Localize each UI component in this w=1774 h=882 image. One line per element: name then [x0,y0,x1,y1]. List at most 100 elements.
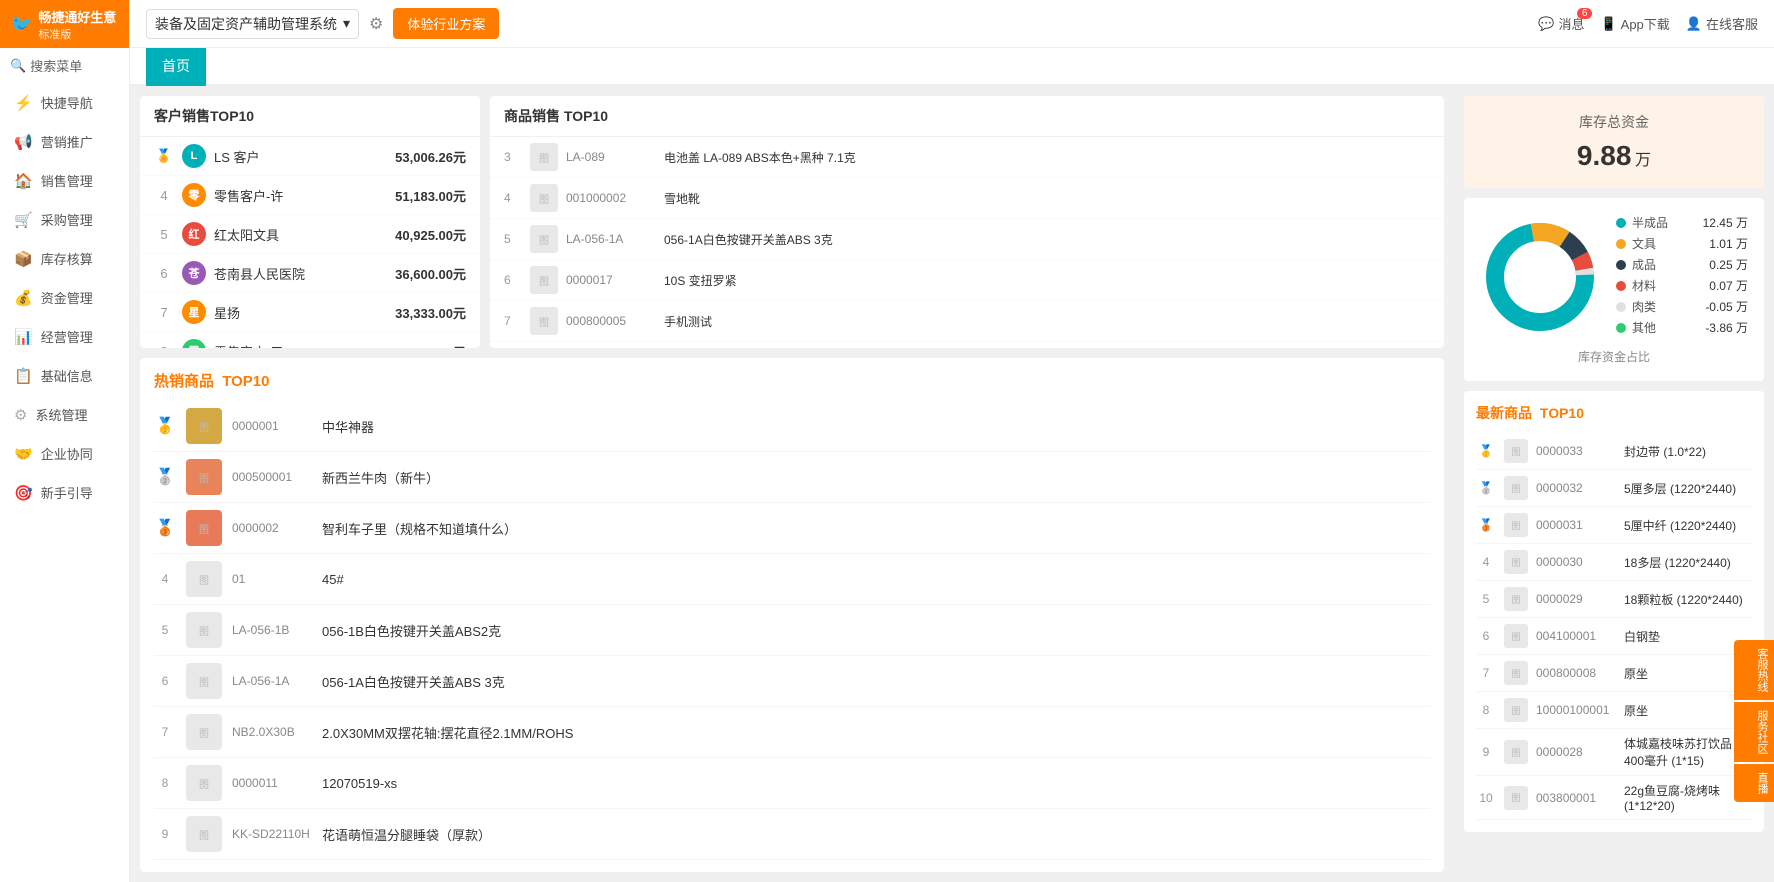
sidebar-item-purchase[interactable]: 🛒 采购管理 [0,200,129,239]
logo-title: 畅捷通好生意 [38,7,116,26]
hot-product-item-4[interactable]: 4 图 01 45# [154,554,1430,605]
new-product-item-1[interactable]: 🥇 图 0000033 封边带 (1.0*22) [1476,433,1752,470]
inventory-unit: 万 [1635,152,1651,169]
hot-product-name-1: 中华神器 [322,417,1430,436]
content-main: 客户销售TOP10 🏅 L LS 客户 53,006.26元 4 零 [130,86,1454,882]
product-rank-8[interactable]: 8 图 0000021 夹克 [490,342,1444,348]
hot-product-item-8[interactable]: 8 图 0000011 12070519-xs [154,758,1430,809]
customer-badge-7: 星 [182,300,206,324]
settings-icon[interactable]: ⚙ [369,14,383,34]
sidebar-item-marketing[interactable]: 📢 营销推广 [0,122,129,161]
customer-rank-8[interactable]: 8 零 零售客户-于 21,680.00元 [140,332,480,348]
main-area: 装备及固定资产辅助管理系统 ▾ ⚙ 体验行业方案 💬 消息 6 📱 App下载 … [130,0,1774,882]
new-product-code-7: 000800008 [1536,666,1616,680]
legend-item-6: 其他 -3.86 万 [1616,319,1748,336]
new-product-img-6: 图 [1504,624,1528,648]
legend-dot-6 [1616,323,1626,333]
new-product-item-4[interactable]: 4 图 0000030 18多层 (1220*2440) [1476,544,1752,581]
new-product-item-5[interactable]: 5 图 0000029 18颗粒板 (1220*2440) [1476,581,1752,618]
product-rank-6[interactable]: 6 图 0000017 10S 变扭罗紧 [490,260,1444,301]
new-product-code-8: 10000100001 [1536,703,1616,717]
service-hotline-btn[interactable]: 客服热线 [1734,640,1774,700]
new-product-name-6: 白钢垫 [1624,628,1752,645]
search-icon: 🔍 [10,58,26,74]
customer-rank-7[interactable]: 7 星 星扬 33,333.00元 [140,293,480,332]
hot-product-item-2[interactable]: 🥈 图 000500001 新西兰牛肉（新牛） [154,452,1430,503]
hot-product-img-5: 图 [186,612,222,648]
new-product-item-2[interactable]: 🥈 图 0000032 5厘多层 (1220*2440) [1476,470,1752,507]
customer-rank-1[interactable]: 🏅 L LS 客户 53,006.26元 [140,137,480,176]
product-ranking-panel: 商品销售 TOP10 3 图 LA-089 电池盖 LA-089 ABS本色+黑… [490,96,1444,348]
hot-product-img-9: 图 [186,816,222,852]
sidebar-item-basic-info[interactable]: 📋 基础信息 [0,356,129,395]
product-rank-7[interactable]: 7 图 000800005 手机测试 [490,301,1444,342]
service-community-btn[interactable]: 服务社区 [1734,702,1774,762]
new-product-img-1: 图 [1504,439,1528,463]
live-btn[interactable]: 直播 [1734,764,1774,802]
legend-item-3: 成品 0.25 万 [1616,256,1748,273]
hot-product-item-3[interactable]: 🥉 图 0000002 智利车子里（规格不知道填什么） [154,503,1430,554]
product-ranking-title: 商品销售 TOP10 [490,96,1444,137]
message-badge: 6 [1577,8,1593,19]
sidebar-item-sales[interactable]: 🏠 销售管理 [0,161,129,200]
hot-product-item-5[interactable]: 5 图 LA-056-1B 056-1B白色按键开关盖ABS2克 [154,605,1430,656]
inventory-legend: 半成品 12.45 万 文具 1.01 万 [1616,214,1748,340]
topbar-right-actions: 💬 消息 6 📱 App下载 👤 在线客服 [1538,14,1758,33]
system-select[interactable]: 装备及固定资产辅助管理系统 ▾ [146,9,359,39]
product-img-4: 图 [530,184,558,212]
new-product-code-3: 0000031 [1536,518,1616,532]
new-product-item-8[interactable]: 8 图 10000100001 原坐 [1476,692,1752,729]
new-product-item-7[interactable]: 7 图 000800008 原坐 [1476,655,1752,692]
sidebar-item-finance[interactable]: 💰 资金管理 [0,278,129,317]
inventory-total-value: 9.88 [1577,140,1632,171]
hot-products-list: 🥇 图 0000001 中华神器 🥈 图 000500001 新西兰牛肉（新牛）… [154,401,1430,860]
customer-rank-4[interactable]: 4 零 零售客户-许 51,183.00元 [140,176,480,215]
chart-footer-label: 库存资金占比 [1480,348,1748,365]
hot-product-name-2: 新西兰牛肉（新牛） [322,468,1430,487]
hot-product-item-7[interactable]: 7 图 NB2.0X30B 2.0X30MM双摆花轴:摆花直径2.1MM/ROH… [154,707,1430,758]
marketing-icon: 📢 [14,133,33,151]
customer-rank-5[interactable]: 5 红 红太阳文具 40,925.00元 [140,215,480,254]
hot-product-name-8: 12070519-xs [322,776,1430,791]
quick-nav-icon: ⚡ [14,94,33,112]
hot-rank-num-8: 8 [154,776,176,790]
new-product-img-4: 图 [1504,550,1528,574]
hot-product-item-9[interactable]: 9 图 KK-SD22110H 花语萌恒温分腿睡袋（厚款） [154,809,1430,860]
new-product-name-1: 封边带 (1.0*22) [1624,443,1752,460]
legend-dot-5 [1616,302,1626,312]
messages-button[interactable]: 💬 消息 6 [1538,14,1584,33]
sidebar-item-quick-nav[interactable]: ⚡ 快捷导航 [0,83,129,122]
hot-product-code-9: KK-SD22110H [232,827,312,841]
new-product-item-6[interactable]: 6 图 004100001 白钢垫 [1476,618,1752,655]
customer-rank-6[interactable]: 6 苍 苍南县人民医院 36,600.00元 [140,254,480,293]
hot-product-item-6[interactable]: 6 图 LA-056-1A 056-1A白色按键开关盖ABS 3克 [154,656,1430,707]
hot-products-title: 热销商品 TOP10 [154,370,1430,391]
purchase-icon: 🛒 [14,211,33,229]
new-product-item-3[interactable]: 🥉 图 0000031 5厘中纤 (1220*2440) [1476,507,1752,544]
product-rank-4[interactable]: 4 图 001000002 雪地靴 [490,178,1444,219]
online-service-button[interactable]: 👤 在线客服 [1686,14,1758,33]
customer-ranking-title: 客户销售TOP10 [140,96,480,137]
new-product-name-7: 原坐 [1624,665,1752,682]
legend-dot-3 [1616,260,1626,270]
sidebar-item-guide[interactable]: 🎯 新手引导 [0,473,129,512]
app-download-button[interactable]: 📱 App下载 [1600,14,1669,33]
chart-container: 半成品 12.45 万 文具 1.01 万 [1480,214,1748,340]
sidebar-item-inventory[interactable]: 📦 库存核算 [0,239,129,278]
search-menu-item[interactable]: 🔍 搜索菜单 [0,48,129,83]
new-product-item-9[interactable]: 9 图 0000028 体城嘉枝味苏打饮品400毫升 (1*15) [1476,729,1752,776]
inventory-icon: 📦 [14,250,33,268]
guide-icon: 🎯 [14,484,33,502]
enterprise-icon: 🤝 [14,445,33,463]
sidebar-item-system[interactable]: ⚙ 系统管理 [0,395,129,434]
new-product-name-9: 体城嘉枝味苏打饮品400毫升 (1*15) [1624,735,1752,769]
customer-badge-8: 零 [182,339,206,348]
hot-product-item-1[interactable]: 🥇 图 0000001 中华神器 [154,401,1430,452]
sidebar-item-operations[interactable]: 📊 经营管理 [0,317,129,356]
trial-button[interactable]: 体验行业方案 [393,8,499,39]
product-rank-3[interactable]: 3 图 LA-089 电池盖 LA-089 ABS本色+黑种 7.1克 [490,137,1444,178]
product-rank-5[interactable]: 5 图 LA-056-1A 056-1A白色按键开关盖ABS 3克 [490,219,1444,260]
sidebar-item-enterprise[interactable]: 🤝 企业协同 [0,434,129,473]
new-product-item-10[interactable]: 10 图 003800001 22g鱼豆腐-烧烤味 (1*12*20) [1476,776,1752,820]
tab-home[interactable]: 首页 [146,48,206,86]
